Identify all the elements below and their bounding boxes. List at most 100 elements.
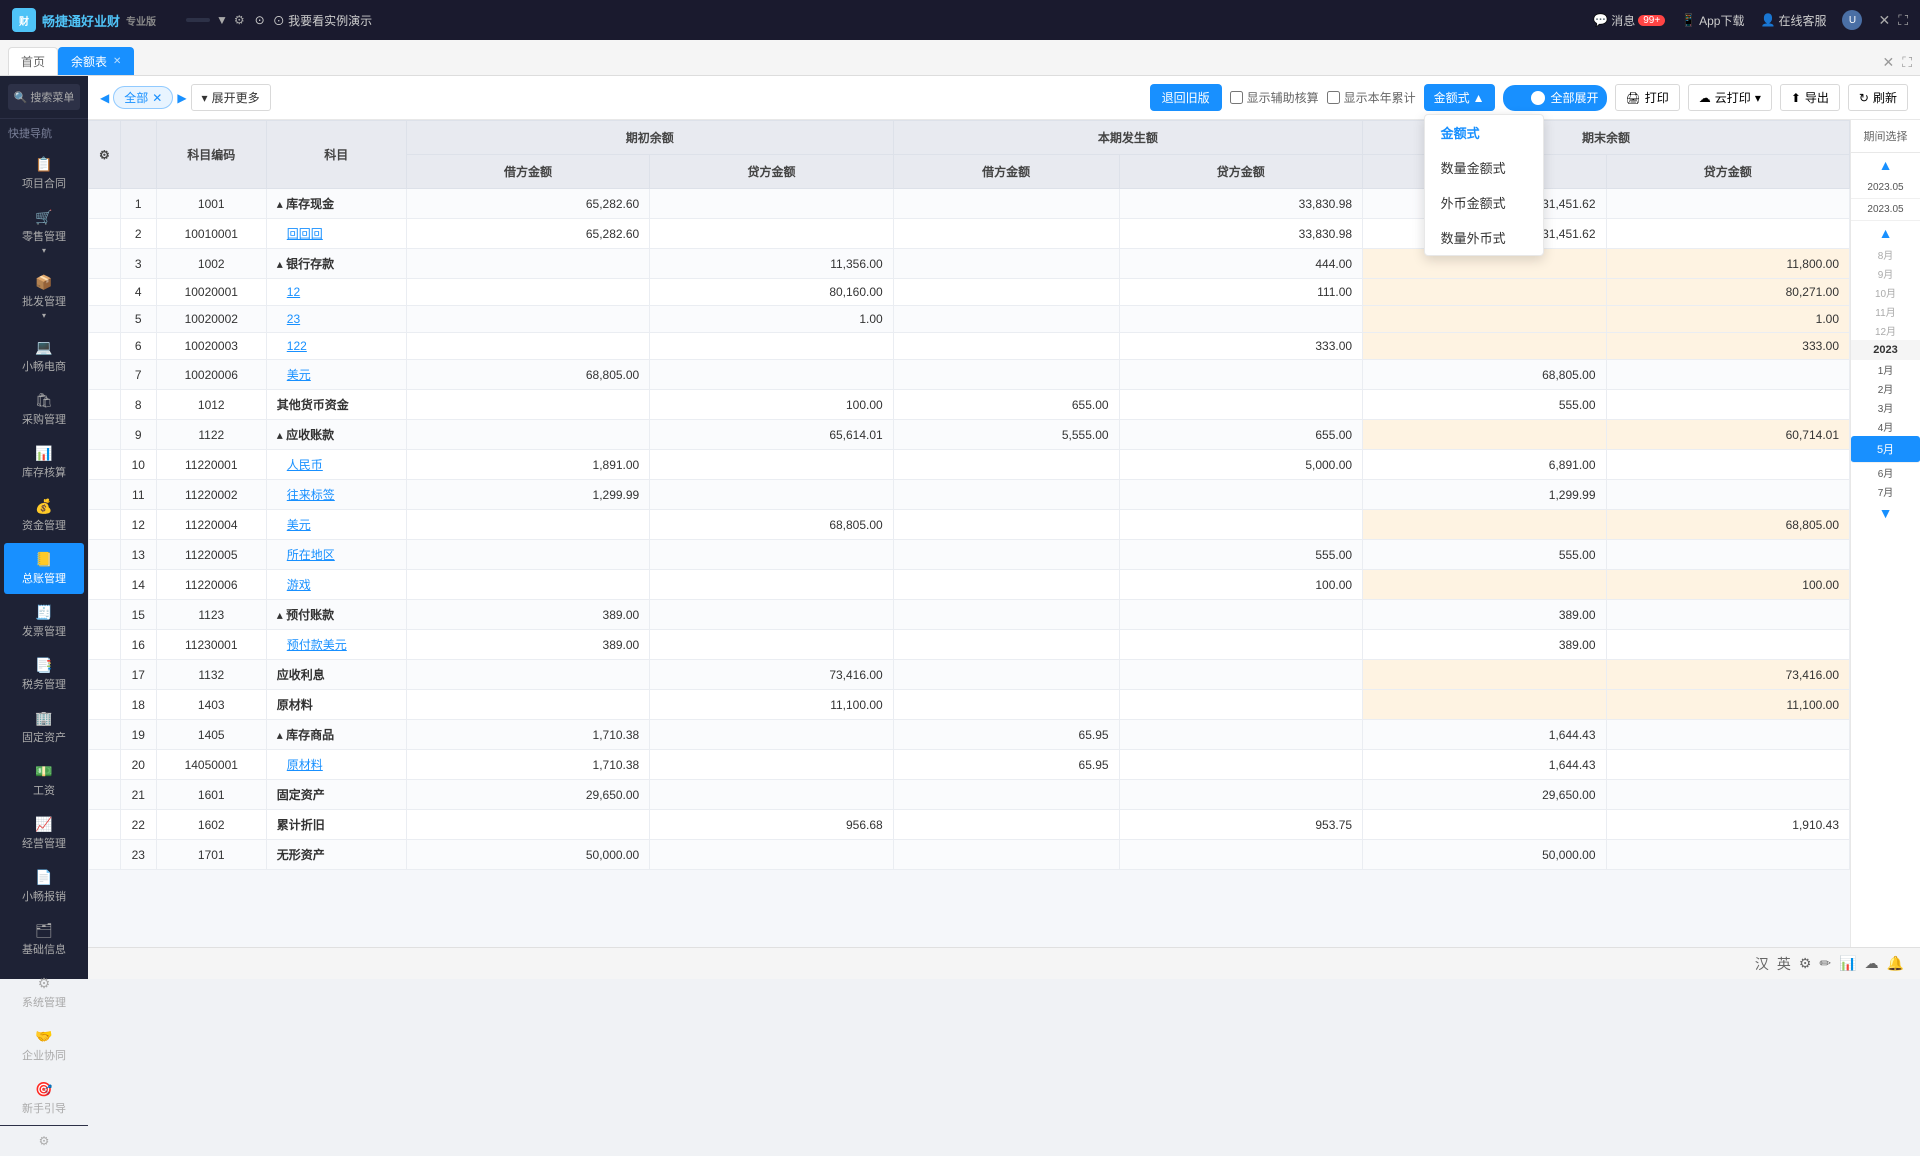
- year-checkbox[interactable]: [1327, 91, 1340, 104]
- month-10[interactable]: 10月: [1851, 283, 1920, 302]
- month-11[interactable]: 11月: [1851, 302, 1920, 321]
- month-3[interactable]: 3月: [1851, 398, 1920, 417]
- row-name[interactable]: 美元: [266, 510, 406, 540]
- nav-up-icon[interactable]: ▲: [1851, 153, 1920, 177]
- settings-gear-icon[interactable]: ⚙: [234, 13, 245, 27]
- sidebar-item-invoice[interactable]: 🧾 发票管理: [4, 596, 84, 647]
- row-name[interactable]: ▴ 库存商品: [266, 720, 406, 750]
- sidebar-item-project[interactable]: 📋 项目合同: [4, 148, 84, 199]
- bottom-cloud-btn[interactable]: ☁: [1865, 955, 1879, 972]
- sidebar-item-base[interactable]: 🗂 基础信息: [4, 914, 84, 965]
- month-1[interactable]: 1月: [1851, 360, 1920, 379]
- month-2[interactable]: 2月: [1851, 379, 1920, 398]
- sidebar-item-guide[interactable]: 🎯 新手引导: [4, 1073, 84, 1124]
- nav-down-icon[interactable]: ▼: [1851, 501, 1920, 525]
- row-name[interactable]: ▴ 应收账款: [266, 420, 406, 450]
- row-ob-credit: 100.00: [650, 390, 893, 420]
- row-name[interactable]: 游戏: [266, 570, 406, 600]
- row-name[interactable]: 122: [266, 333, 406, 360]
- search-tag-close-icon[interactable]: ✕: [152, 91, 162, 105]
- row-name[interactable]: 往来标签: [266, 480, 406, 510]
- panel-close-icon[interactable]: ✕: [1882, 54, 1894, 71]
- month-12[interactable]: 12月: [1851, 321, 1920, 340]
- month-9[interactable]: 9月: [1851, 264, 1920, 283]
- cloud-print-btn[interactable]: ☁ 云打印 ▾: [1688, 84, 1772, 111]
- row-name[interactable]: 其他货币资金: [266, 390, 406, 420]
- sidebar-item-tax[interactable]: 📑 税务管理: [4, 649, 84, 700]
- sidebar-item-wholesale[interactable]: 📦 批发管理 ▾: [4, 266, 84, 329]
- dropdown-qty-foreign[interactable]: 数量外币式: [1425, 220, 1543, 255]
- sidebar-item-ecommerce[interactable]: 💻 小畅电商: [4, 331, 84, 382]
- amount-btn[interactable]: 金额式 ▲: [1424, 84, 1495, 111]
- row-name[interactable]: ▴ 银行存款: [266, 249, 406, 279]
- row-name[interactable]: 固定资产: [266, 780, 406, 810]
- sidebar-item-system[interactable]: ⚙ 系统管理: [4, 967, 84, 1018]
- expand-btn[interactable]: ▾ 展开更多: [191, 84, 271, 111]
- message-btn[interactable]: 💬 消息 99+: [1593, 12, 1665, 29]
- row-name[interactable]: 预付款美元: [266, 630, 406, 660]
- row-name[interactable]: 原材料: [266, 690, 406, 720]
- bottom-chart-btn[interactable]: 📊: [1839, 955, 1856, 972]
- search-tag[interactable]: 全部 ✕: [113, 86, 173, 109]
- nav-up2-icon[interactable]: ▲: [1851, 221, 1920, 245]
- month-5-active[interactable]: 5月: [1851, 436, 1920, 463]
- max-btn[interactable]: ⛶: [1898, 12, 1908, 29]
- lang-zh-btn[interactable]: 汉: [1755, 954, 1769, 974]
- row-name[interactable]: 原材料: [266, 750, 406, 780]
- month-8[interactable]: 8月: [1851, 245, 1920, 264]
- sidebar-item-operations[interactable]: 📈 经营管理: [4, 808, 84, 859]
- export-btn[interactable]: ⬆ 导出: [1780, 84, 1840, 111]
- lang-en-btn[interactable]: 英: [1777, 954, 1791, 974]
- dropdown-foreign[interactable]: 外币金额式: [1425, 185, 1543, 220]
- date-2023-05-1[interactable]: 2023.05: [1851, 177, 1920, 199]
- sidebar-item-purchase[interactable]: 🛍 采购管理: [4, 384, 84, 435]
- sidebar-item-ledger[interactable]: 📒 总账管理: [4, 543, 84, 594]
- demo-btn[interactable]: ⊙ ⊙ 我要看实例演示: [255, 12, 372, 29]
- sidebar-settings-btn[interactable]: ⚙: [0, 1125, 88, 1156]
- table-wrapper[interactable]: ⚙ 科目编码 科目 期初余额 本: [88, 120, 1850, 947]
- row-name[interactable]: 无形资产: [266, 840, 406, 870]
- search-menu-btn[interactable]: 🔍 搜索菜单: [8, 84, 80, 110]
- month-7[interactable]: 7月: [1851, 482, 1920, 501]
- sidebar-item-reports[interactable]: 📄 小畅报销: [4, 861, 84, 912]
- tab-home[interactable]: 首页: [8, 47, 58, 75]
- dropdown-amount[interactable]: 金额式: [1425, 115, 1543, 150]
- close-btn[interactable]: ✕: [1878, 12, 1890, 29]
- tab-close-icon[interactable]: ✕: [113, 56, 121, 67]
- sidebar-item-assets[interactable]: 🏢 固定资产: [4, 702, 84, 753]
- all-expand-btn[interactable]: 全部展开: [1503, 85, 1607, 111]
- sidebar-item-inventory[interactable]: 📊 库存核算: [4, 437, 84, 488]
- panel-max-icon[interactable]: ⛶: [1902, 54, 1912, 71]
- service-btn[interactable]: 👤 在线客服: [1760, 12, 1826, 29]
- row-name[interactable]: ▴ 预付账款: [266, 600, 406, 630]
- month-6[interactable]: 6月: [1851, 463, 1920, 482]
- sidebar-item-cooperate[interactable]: 🤝 企业协同: [4, 1020, 84, 1071]
- bottom-notify-btn[interactable]: 🔔: [1887, 955, 1904, 972]
- refresh-btn[interactable]: ↻ 刷新: [1848, 84, 1908, 111]
- row-name[interactable]: 所在地区: [266, 540, 406, 570]
- row-num: 11: [120, 480, 156, 510]
- month-4[interactable]: 4月: [1851, 417, 1920, 436]
- row-name[interactable]: 回回回: [266, 219, 406, 249]
- bottom-edit-btn[interactable]: ✏: [1819, 955, 1831, 972]
- back-btn[interactable]: 退回旧版: [1150, 84, 1222, 111]
- row-name[interactable]: 12: [266, 279, 406, 306]
- row-name[interactable]: 23: [266, 306, 406, 333]
- sidebar-search[interactable]: 🔍 搜索菜单: [0, 76, 88, 119]
- dropdown-qty-amount[interactable]: 数量金额式: [1425, 150, 1543, 185]
- row-name[interactable]: 人民币: [266, 450, 406, 480]
- row-name[interactable]: 累计折旧: [266, 810, 406, 840]
- row-name[interactable]: 美元: [266, 360, 406, 390]
- bottom-settings-btn[interactable]: ⚙: [1799, 955, 1812, 972]
- date-2023-05-2[interactable]: 2023.05: [1851, 199, 1920, 221]
- sidebar-item-retail[interactable]: 🛒 零售管理 ▾: [4, 201, 84, 264]
- audit-checkbox[interactable]: [1230, 91, 1243, 104]
- sidebar-item-finance[interactable]: 💰 资金管理: [4, 490, 84, 541]
- user-btn[interactable]: U: [1842, 10, 1862, 30]
- row-name[interactable]: ▴ 库存现金: [266, 189, 406, 219]
- download-btn[interactable]: 📱 App下载: [1681, 12, 1744, 29]
- sidebar-item-payroll[interactable]: 💵 工资: [4, 755, 84, 806]
- row-name[interactable]: 应收利息: [266, 660, 406, 690]
- tab-balance[interactable]: 余额表 ✕: [58, 47, 134, 75]
- print-btn[interactable]: 🖨 打印: [1615, 84, 1680, 111]
